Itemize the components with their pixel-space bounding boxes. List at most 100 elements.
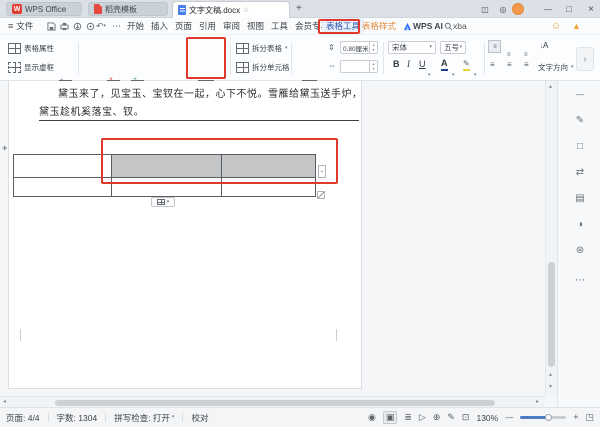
more-tools-icon[interactable]: ⋯ <box>572 275 588 286</box>
notes-icon[interactable]: ▤ <box>572 193 588 204</box>
table-resize-handle[interactable] <box>317 191 325 199</box>
col-width-field[interactable] <box>340 60 370 73</box>
horizontal-scrollbar[interactable]: ◂ ▸ <box>0 396 545 407</box>
scroll-up-arrow[interactable]: ▴ <box>549 84 552 90</box>
menu-tab-table-style[interactable]: 表格样式 <box>362 18 396 34</box>
document-table[interactable] <box>13 154 316 197</box>
vertical-scrollbar[interactable]: ▴ ▴ ▾ <box>545 81 557 396</box>
ribbon-expand-chevron[interactable]: › <box>576 47 594 71</box>
menu-tab-view[interactable]: 视图 <box>247 18 264 34</box>
file-menu[interactable]: ≡ 文件 <box>8 18 33 34</box>
tab-wps-office[interactable]: W WPS Office <box>6 2 82 16</box>
show-gridlines-button[interactable]: 显示虚框 <box>8 60 54 74</box>
table-cell-r2c3[interactable] <box>221 178 315 197</box>
page-view-icon[interactable]: ▣ <box>382 411 398 424</box>
valign-middle-button[interactable]: ≡ <box>507 43 510 61</box>
table-cell-r2c1[interactable] <box>14 178 111 197</box>
zoom-slider-handle[interactable] <box>545 413 553 421</box>
table-properties-button[interactable]: 表格属性 <box>8 41 54 55</box>
minimize-button[interactable]: — <box>540 0 556 18</box>
close-button[interactable]: × <box>583 0 599 18</box>
zoom-out-button[interactable]: — <box>505 413 513 422</box>
star-icon[interactable]: ☆ <box>243 6 249 14</box>
user-avatar[interactable] <box>512 3 524 15</box>
split-cells-button[interactable]: 拆分单元格 <box>236 60 290 74</box>
effects-icon[interactable]: ⊛ <box>572 245 588 256</box>
align-right-button[interactable]: ≡ <box>524 60 529 69</box>
table-move-handle[interactable]: + <box>2 143 7 153</box>
underline-button[interactable]: U <box>419 59 426 69</box>
table-column-handle[interactable]: + <box>318 165 326 178</box>
underline-caret-icon[interactable]: ▾ <box>428 63 431 81</box>
select-icon[interactable]: □ <box>572 141 588 152</box>
insert-row-pill-button[interactable]: ▾ <box>151 197 175 207</box>
next-page-arrow[interactable]: ▾ <box>549 384 552 390</box>
scroll-left-arrow[interactable]: ◂ <box>3 399 6 405</box>
align-left-button[interactable]: ≡ <box>490 60 495 69</box>
valign-bottom-button[interactable]: ≡ <box>524 43 527 61</box>
new-tab-button[interactable]: + <box>296 3 302 14</box>
save-icon[interactable] <box>46 21 57 32</box>
zoom-level[interactable]: 130% <box>476 413 498 423</box>
spellcheck-toggle[interactable]: 拼写检查: 打开 ▾ <box>114 412 174 424</box>
col-width-stepper[interactable]: ▴ ▾ <box>370 60 378 73</box>
proofread-button[interactable]: 校对 <box>191 412 208 424</box>
history-icon[interactable]: ◑ <box>572 219 588 230</box>
row-height-field[interactable]: 0.80厘米 <box>340 41 370 54</box>
wps-ai-button[interactable]: WPS AI <box>413 18 443 34</box>
prev-page-arrow[interactable]: ▴ <box>549 372 552 378</box>
scroll-right-arrow[interactable]: ▸ <box>536 399 539 405</box>
web-view-icon[interactable]: ⊕ <box>433 413 441 422</box>
split-table-button[interactable]: 拆分表格 ▾ <box>236 41 288 55</box>
menu-tab-reference[interactable]: 引用 <box>199 18 216 34</box>
menu-tab-home[interactable]: 开始 <box>127 18 144 34</box>
align-center-button[interactable]: ≡ <box>507 60 512 69</box>
play-presentation-icon[interactable]: ▷ <box>419 413 426 422</box>
table-cell-r1c2-selected[interactable] <box>111 155 221 177</box>
font-color-button[interactable]: A <box>441 58 448 71</box>
italic-button[interactable]: I <box>407 59 410 69</box>
font-color-caret-icon[interactable]: ▾ <box>452 63 455 81</box>
warning-icon[interactable]: ▲ <box>572 18 581 34</box>
menu-tab-tools[interactable]: 工具 <box>271 18 288 34</box>
bold-button[interactable]: B <box>393 59 400 69</box>
preview-icon[interactable] <box>85 21 96 32</box>
highlight-color-button[interactable]: ✎ <box>463 59 470 71</box>
font-size-dropdown[interactable]: 五号 ▾ <box>440 41 466 54</box>
valign-top-button[interactable]: ≡ <box>488 40 501 53</box>
tab-docer[interactable]: 稻壳模板 <box>88 2 168 16</box>
tab-document-active[interactable]: 文字文稿.docx ☆ <box>172 1 290 18</box>
font-name-dropdown[interactable]: 宋体 ▾ <box>388 41 436 54</box>
settings-icon[interactable]: ◎ <box>495 0 511 18</box>
fullscreen-icon[interactable]: ◳ <box>585 413 594 422</box>
print-icon[interactable] <box>59 21 70 32</box>
text-direction-button[interactable]: 文字方向 ▾ <box>538 60 574 74</box>
split-view-icon[interactable]: ◫ <box>477 0 493 18</box>
zoom-slider[interactable] <box>520 413 567 421</box>
highlight-caret-icon[interactable]: ▾ <box>474 63 477 81</box>
sort-az-button[interactable]: ↓A <box>540 41 548 50</box>
table-cell-r1c1[interactable] <box>14 155 111 177</box>
outline-view-icon[interactable]: ≣ <box>404 413 412 422</box>
smiley-feedback-icon[interactable]: ☺ <box>551 18 561 34</box>
horizontal-scroll-thumb[interactable] <box>55 400 495 406</box>
edit-icon[interactable]: ✎ <box>572 115 588 126</box>
pen-mode-icon[interactable]: ✎ <box>447 413 455 422</box>
undo-button[interactable]: ↶ ▾ <box>96 18 106 34</box>
menu-tab-table-tools[interactable]: 表格工具 <box>322 18 365 34</box>
switch-icon[interactable]: ⇄ <box>572 167 588 178</box>
document-page[interactable]: 黛玉来了，见宝玉、宝钗在一起，心下不悦。雪雁给黛玉送手炉， 黛玉趁机奚落宝、钗。 <box>8 81 362 389</box>
table-cell-r1c3-selected[interactable] <box>221 155 315 177</box>
eye-protect-icon[interactable]: ◉ <box>368 413 376 422</box>
table-cell-r2c2[interactable] <box>111 178 221 197</box>
word-count[interactable]: 字数: 1304 <box>57 412 98 424</box>
menu-tab-insert[interactable]: 插入 <box>151 18 168 34</box>
zoom-in-button[interactable]: + <box>573 413 578 422</box>
fit-page-icon[interactable]: ⊡ <box>462 413 470 422</box>
menu-tab-review[interactable]: 审阅 <box>223 18 240 34</box>
vertical-scroll-thumb[interactable] <box>548 262 555 367</box>
collapse-icon[interactable]: — <box>572 90 588 99</box>
export-icon[interactable] <box>72 21 83 32</box>
menu-tab-page[interactable]: 页面 <box>175 18 192 34</box>
maximize-button[interactable]: □ <box>561 0 577 18</box>
